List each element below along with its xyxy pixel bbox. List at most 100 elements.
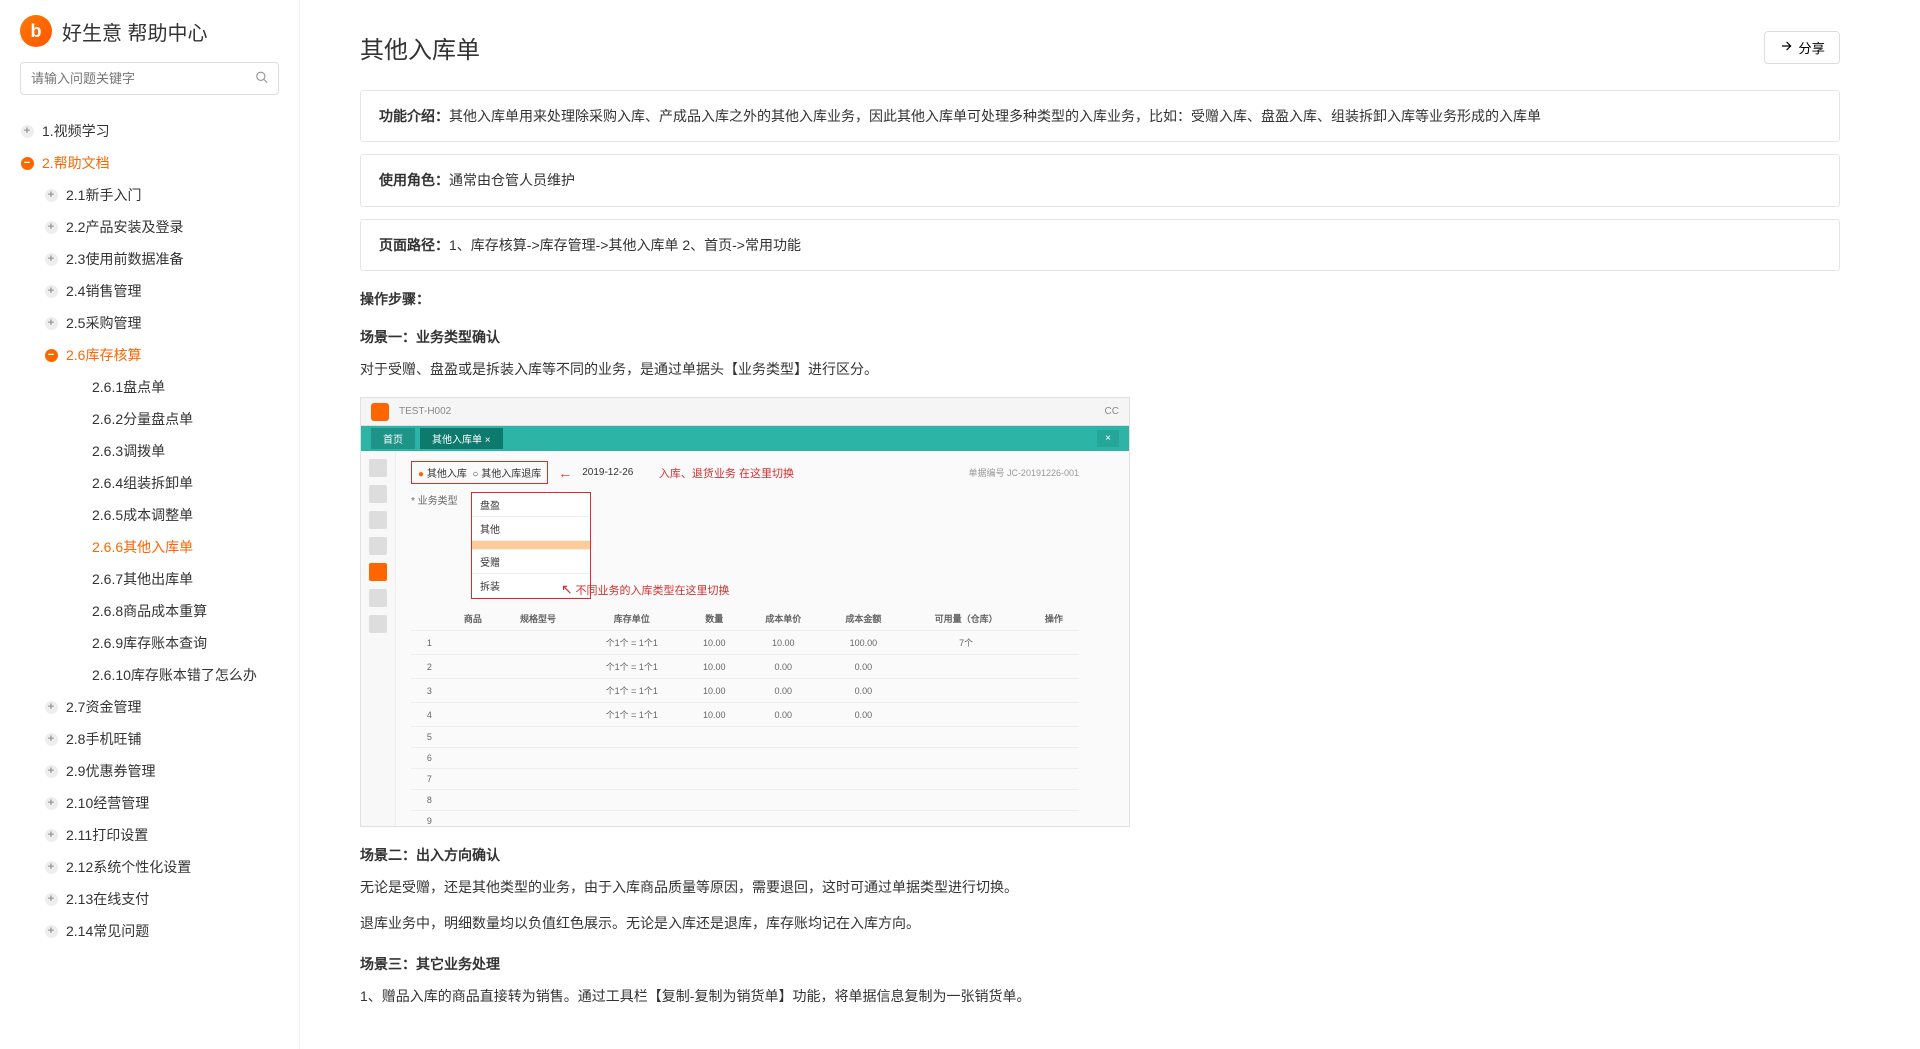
nav-2-6[interactable]: 2.6库存核算 bbox=[44, 339, 279, 371]
nav-2-12[interactable]: 2.12系统个性化设置 bbox=[44, 851, 279, 883]
sidebar: b 好生意 帮助中心 1.视频学习 2.帮助文档 2.1新手入门 2.2产品安装… bbox=[0, 0, 300, 1049]
sp-tab-current: 其他入库单 × bbox=[420, 428, 503, 449]
plus-icon bbox=[20, 124, 34, 138]
nav-docs[interactable]: 2.帮助文档 bbox=[20, 147, 279, 179]
plus-icon bbox=[44, 220, 58, 234]
table-row: 3个1个 = 1个110.000.000.00 bbox=[411, 679, 1079, 703]
table-row: 5 bbox=[411, 727, 1079, 748]
plus-icon bbox=[44, 284, 58, 298]
scene2-text2: 退库业务中，明细数量均以负值红色展示。无论是入库还是退库，库存账均记在入库方向。 bbox=[360, 911, 1840, 936]
nav-2-6-9[interactable]: 2.6.9库存账本查询 bbox=[92, 627, 279, 659]
nav-2-6-1[interactable]: 2.6.1盘点单 bbox=[92, 371, 279, 403]
sp-annotation-1: 入库、退货业务 在这里切换 bbox=[659, 465, 794, 481]
embedded-screenshot: TEST-H002 CC 首页 其他入库单 × × bbox=[360, 397, 1130, 827]
steps-label: 操作步骤： bbox=[360, 289, 1840, 309]
sp-side-icon bbox=[369, 485, 387, 503]
logo-row: b 好生意 帮助中心 bbox=[20, 15, 279, 47]
minus-icon bbox=[44, 348, 58, 362]
nav-2-2[interactable]: 2.2产品安装及登录 bbox=[44, 211, 279, 243]
arrow-icon: ← bbox=[558, 465, 572, 481]
scene2-title: 场景二：出入方向确认 bbox=[360, 845, 1840, 865]
nav-2-6-5[interactable]: 2.6.5成本调整单 bbox=[92, 499, 279, 531]
arrow-icon: ↖ bbox=[561, 581, 573, 597]
sp-logo-icon bbox=[371, 403, 389, 421]
sp-dd-item: 盘盈 bbox=[472, 493, 590, 517]
nav-2-10[interactable]: 2.10经营管理 bbox=[44, 787, 279, 819]
sp-annotation-2: 不同业务的入库类型在这里切换 bbox=[576, 585, 730, 597]
nav-video[interactable]: 1.视频学习 bbox=[20, 115, 279, 147]
intro-text: 其他入库单用来处理除采购入库、产成品入库之外的其他入库业务，因此其他入库单可处理… bbox=[449, 108, 1541, 124]
nav-2-7[interactable]: 2.7资金管理 bbox=[44, 691, 279, 723]
page-title: 其他入库单 bbox=[360, 30, 480, 65]
role-text: 通常由仓管人员维护 bbox=[449, 172, 575, 188]
plus-icon bbox=[44, 732, 58, 746]
search-box bbox=[20, 62, 279, 95]
sp-table: 商品 规格型号 库存单位 数量 成本单价 成本金额 可用量（仓库） 操作 1个1… bbox=[411, 607, 1079, 827]
plus-icon bbox=[44, 700, 58, 714]
table-row: 8 bbox=[411, 790, 1079, 811]
sp-dropdown-row: * 业务类型 盘盈 其他 受赠 拆装 ↖ 不同业务的入库类型在这里切换 bbox=[411, 492, 1079, 599]
scene1-title: 场景一：业务类型确认 bbox=[360, 327, 1840, 347]
table-row: 4个1个 = 1个110.000.000.00 bbox=[411, 703, 1079, 727]
sp-side-icon bbox=[369, 537, 387, 555]
sp-date: 2019-12-26 bbox=[582, 467, 633, 478]
path-text: 1、库存核算->库存管理->其他入库单 2、首页->常用功能 bbox=[449, 237, 801, 253]
nav-2-6-8[interactable]: 2.6.8商品成本重算 bbox=[92, 595, 279, 627]
role-label: 使用角色： bbox=[379, 172, 449, 188]
table-row: 6 bbox=[411, 748, 1079, 769]
nav-2-3[interactable]: 2.3使用前数据准备 bbox=[44, 243, 279, 275]
plus-icon bbox=[44, 892, 58, 906]
intro-box: 功能介绍：其他入库单用来处理除采购入库、产成品入库之外的其他入库业务，因此其他入… bbox=[360, 90, 1840, 142]
table-row: 9 bbox=[411, 811, 1079, 828]
sp-dd-item-selected bbox=[472, 541, 590, 550]
sp-body: ● 其他入库 ○ 其他入库退库 ← 2019-12-26 入库、退货业务 在这里… bbox=[361, 451, 1129, 827]
share-icon bbox=[1779, 39, 1793, 56]
nav-2-11[interactable]: 2.11打印设置 bbox=[44, 819, 279, 851]
sp-user-name: CC bbox=[1105, 406, 1119, 417]
nav-2-6-10[interactable]: 2.6.10库存账本错了怎么办 bbox=[92, 659, 279, 691]
nav-2-8[interactable]: 2.8手机旺铺 bbox=[44, 723, 279, 755]
table-header-row: 商品 规格型号 库存单位 数量 成本单价 成本金额 可用量（仓库） 操作 bbox=[411, 607, 1079, 631]
path-box: 页面路径：1、库存核算->库存管理->其他入库单 2、首页->常用功能 bbox=[360, 219, 1840, 271]
sp-tab-home: 首页 bbox=[371, 428, 415, 449]
nav-2-6-3[interactable]: 2.6.3调拨单 bbox=[92, 435, 279, 467]
sp-side-icon bbox=[369, 459, 387, 477]
nav-2-6-4[interactable]: 2.6.4组装拆卸单 bbox=[92, 467, 279, 499]
sp-doc-no: 单据编号 JC-20191226-001 bbox=[968, 466, 1079, 479]
sp-dd-item: 其他 bbox=[472, 517, 590, 541]
sp-annotation-2-wrap: ↖ 不同业务的入库类型在这里切换 bbox=[561, 581, 730, 598]
nav-2-6-6[interactable]: 2.6.6其他入库单 bbox=[92, 531, 279, 563]
nav-2-5[interactable]: 2.5采购管理 bbox=[44, 307, 279, 339]
path-label: 页面路径： bbox=[379, 237, 449, 253]
sp-close-icon: × bbox=[1097, 430, 1119, 447]
nav-2-1[interactable]: 2.1新手入门 bbox=[44, 179, 279, 211]
plus-icon bbox=[44, 252, 58, 266]
scene2-text1: 无论是受赠，还是其他类型的业务，由于入库商品质量等原因，需要退回，这时可通过单据… bbox=[360, 875, 1840, 900]
table-row: 2个1个 = 1个110.000.000.00 bbox=[411, 655, 1079, 679]
search-input[interactable] bbox=[20, 62, 279, 95]
sp-test-user: TEST-H002 bbox=[399, 406, 451, 417]
plus-icon bbox=[44, 796, 58, 810]
scene3-text: 1、赠品入库的商品直接转为销售。通过工具栏【复制-复制为销货单】功能，将单据信息… bbox=[360, 984, 1840, 1009]
nav-tree: 1.视频学习 2.帮助文档 2.1新手入门 2.2产品安装及登录 2.3使用前数… bbox=[20, 115, 279, 947]
sp-side-icon bbox=[369, 615, 387, 633]
nav-2-9[interactable]: 2.9优惠券管理 bbox=[44, 755, 279, 787]
nav-2-6-2[interactable]: 2.6.2分量盘点单 bbox=[92, 403, 279, 435]
plus-icon bbox=[44, 188, 58, 202]
sp-side-icon bbox=[369, 589, 387, 607]
page-header: 其他入库单 分享 bbox=[360, 30, 1840, 65]
share-button[interactable]: 分享 bbox=[1764, 31, 1840, 64]
site-title: 好生意 帮助中心 bbox=[62, 17, 208, 46]
nav-2-14[interactable]: 2.14常见问题 bbox=[44, 915, 279, 947]
nav-2-13[interactable]: 2.13在线支付 bbox=[44, 883, 279, 915]
sp-dd-item: 受赠 bbox=[472, 550, 590, 574]
table-row: 7 bbox=[411, 769, 1079, 790]
sp-tabbar: 首页 其他入库单 × × bbox=[361, 426, 1129, 451]
sp-side-icon bbox=[369, 511, 387, 529]
sp-side-icon-active bbox=[369, 563, 387, 581]
nav-2-4[interactable]: 2.4销售管理 bbox=[44, 275, 279, 307]
search-icon[interactable] bbox=[255, 70, 269, 87]
plus-icon bbox=[44, 316, 58, 330]
nav-2-6-7[interactable]: 2.6.7其他出库单 bbox=[92, 563, 279, 595]
plus-icon bbox=[44, 924, 58, 938]
